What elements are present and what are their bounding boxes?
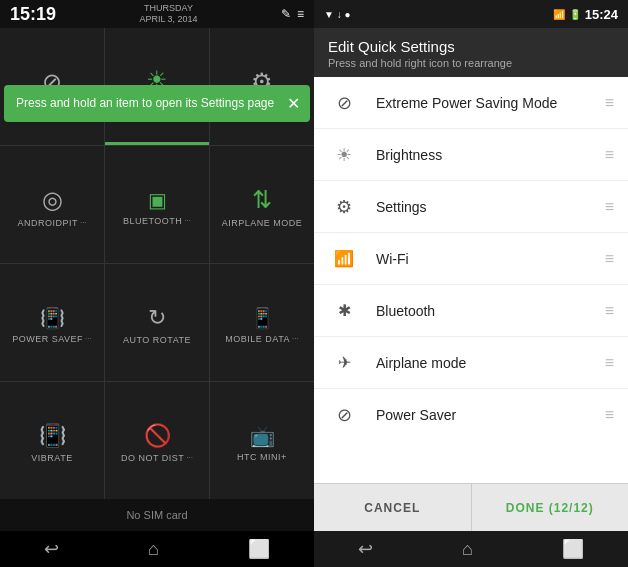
qs-wifi-drag[interactable]: ≡: [605, 250, 614, 268]
left-nav-bar: ↩ ⌂ ⬜: [0, 531, 314, 567]
right-panel: ▼ ↓ ● 📶 🔋 15:24 Edit Quick Settings Pres…: [314, 0, 628, 567]
tile-mobile-data-label: MOBILE DATA: [225, 334, 290, 344]
tile-power-saver-label: POWER SAVEF: [12, 334, 83, 344]
right-recents-button[interactable]: ⬜: [562, 538, 584, 560]
right-nav-bar: ↩ ⌂ ⬜: [314, 531, 628, 567]
tile-auto-rotate[interactable]: ↻ AUTO ROTATE: [105, 264, 209, 381]
tooltip-banner: Press and hold an item to open its Setti…: [4, 85, 310, 122]
left-back-button[interactable]: ↩: [44, 538, 59, 560]
sim-text: No SIM card: [126, 509, 187, 521]
qs-brightness-drag[interactable]: ≡: [605, 146, 614, 164]
qs-airplane-label: Airplane mode: [376, 355, 605, 371]
qs-item-settings[interactable]: ⚙ Settings ≡: [314, 181, 628, 233]
sim-card-bar: No SIM card: [0, 499, 314, 531]
left-day: THURSDAY: [144, 3, 193, 14]
qs-extreme-power-label: Extreme Power Saving Mode: [376, 95, 605, 111]
qs-bluetooth-drag[interactable]: ≡: [605, 302, 614, 320]
left-time: 15:19: [10, 4, 56, 25]
left-status-bar: 15:19 THURSDAY APRIL 3, 2014 ✎ ≡: [0, 0, 314, 28]
qs-airplane-icon: ✈: [328, 353, 360, 372]
left-panel: 15:19 THURSDAY APRIL 3, 2014 ✎ ≡ ⊘ EXTRE…: [0, 0, 314, 567]
action-bar: CANCEL DONE (12/12): [314, 483, 628, 531]
tile-auto-rotate-label: AUTO ROTATE: [123, 335, 191, 345]
htc-mini-icon: 📺: [250, 424, 275, 448]
dnd-icon: 🚫: [144, 423, 171, 449]
qs-brightness-icon: ☀: [328, 144, 360, 166]
qs-airplane-drag[interactable]: ≡: [605, 354, 614, 372]
qs-extreme-power-icon: ⊘: [328, 92, 360, 114]
bluetooth-icon: ▣: [148, 188, 167, 212]
qs-settings-drag[interactable]: ≡: [605, 198, 614, 216]
menu-icon[interactable]: ≡: [297, 7, 304, 21]
tile-dnd-label: DO NOT DIST: [121, 453, 184, 463]
tile-htc-mini-label: HTC MINI+: [237, 452, 287, 462]
qs-power-saver-drag[interactable]: ≡: [605, 406, 614, 424]
qs-item-power-saver[interactable]: ⊘ Power Saver ≡: [314, 389, 628, 441]
mobile-data-icon: 📱: [250, 306, 275, 330]
vibrate-icon: 📳: [39, 423, 66, 449]
tile-dnd[interactable]: 🚫 DO NOT DIST ···: [105, 382, 209, 499]
signal-icon: 📶: [553, 9, 565, 20]
qs-power-saver-icon: ⊘: [328, 404, 360, 426]
qs-extreme-power-drag[interactable]: ≡: [605, 94, 614, 112]
qs-brightness-label: Brightness: [376, 147, 605, 163]
qs-settings-icon: ⚙: [328, 196, 360, 218]
tooltip-text: Press and hold an item to open its Setti…: [16, 96, 274, 110]
cancel-button[interactable]: CANCEL: [314, 484, 471, 531]
tile-mobile-data[interactable]: 📱 MOBILE DATA ···: [210, 264, 314, 381]
qs-wifi-label: Wi-Fi: [376, 251, 605, 267]
left-home-button[interactable]: ⌂: [148, 539, 159, 560]
qs-item-bluetooth[interactable]: ✱ Bluetooth ≡: [314, 285, 628, 337]
qs-wifi-icon: 📶: [328, 249, 360, 268]
androidpit-icon: ◎: [42, 186, 63, 214]
left-date: APRIL 3, 2014: [139, 14, 197, 25]
tile-bluetooth-label: BLUETOOTH: [123, 216, 182, 226]
auto-rotate-icon: ↻: [148, 305, 166, 331]
quick-settings-grid: ⊘ EXTREME PO ··· ☀ BRIGHTNESS ··· ⚙ SETT…: [0, 28, 314, 499]
notification-icons: ▼ ↓ ●: [324, 9, 351, 20]
tile-airplane-label: AIRPLANE MODE: [222, 218, 303, 228]
tile-htc-mini[interactable]: 📺 HTC MINI+: [210, 382, 314, 499]
left-recents-button[interactable]: ⬜: [248, 538, 270, 560]
qs-item-brightness[interactable]: ☀ Brightness ≡: [314, 129, 628, 181]
tile-vibrate-label: VIBRATE: [31, 453, 72, 463]
right-back-button[interactable]: ↩: [358, 538, 373, 560]
tooltip-close-button[interactable]: ✕: [287, 93, 300, 115]
tile-airplane[interactable]: ⇅ AIRPLANE MODE: [210, 146, 314, 263]
edit-qs-subtitle: Press and hold right icon to rearrange: [328, 57, 614, 69]
power-saver-icon: 📳: [40, 306, 65, 330]
qs-item-extreme-power[interactable]: ⊘ Extreme Power Saving Mode ≡: [314, 77, 628, 129]
right-home-button[interactable]: ⌂: [462, 539, 473, 560]
tile-androidpit[interactable]: ◎ AndroidPIT ···: [0, 146, 104, 263]
qs-bluetooth-label: Bluetooth: [376, 303, 605, 319]
qs-power-saver-label: Power Saver: [376, 407, 605, 423]
edit-qs-header: Edit Quick Settings Press and hold right…: [314, 28, 628, 77]
battery-icon: 🔋: [569, 9, 581, 20]
tile-bluetooth[interactable]: ▣ BLUETOOTH ···: [105, 146, 209, 263]
right-status-icons: ▼ ↓ ●: [324, 9, 351, 20]
qs-settings-label: Settings: [376, 199, 605, 215]
tile-vibrate[interactable]: 📳 VIBRATE: [0, 382, 104, 499]
edit-qs-title: Edit Quick Settings: [328, 38, 614, 55]
qs-edit-list: ⊘ Extreme Power Saving Mode ≡ ☀ Brightne…: [314, 77, 628, 483]
done-button[interactable]: DONE (12/12): [471, 484, 629, 531]
right-system-icons: 📶 🔋 15:24: [553, 7, 618, 22]
edit-icon[interactable]: ✎: [281, 7, 291, 21]
right-status-bar: ▼ ↓ ● 📶 🔋 15:24: [314, 0, 628, 28]
left-status-icons: ✎ ≡: [281, 7, 304, 21]
right-time: 15:24: [585, 7, 618, 22]
qs-item-wifi[interactable]: 📶 Wi-Fi ≡: [314, 233, 628, 285]
qs-item-airplane[interactable]: ✈ Airplane mode ≡: [314, 337, 628, 389]
tile-androidpit-label: AndroidPIT: [17, 218, 78, 228]
tile-power-saver[interactable]: 📳 POWER SAVEF ···: [0, 264, 104, 381]
qs-bluetooth-icon: ✱: [328, 301, 360, 320]
airplane-icon: ⇅: [252, 186, 272, 214]
